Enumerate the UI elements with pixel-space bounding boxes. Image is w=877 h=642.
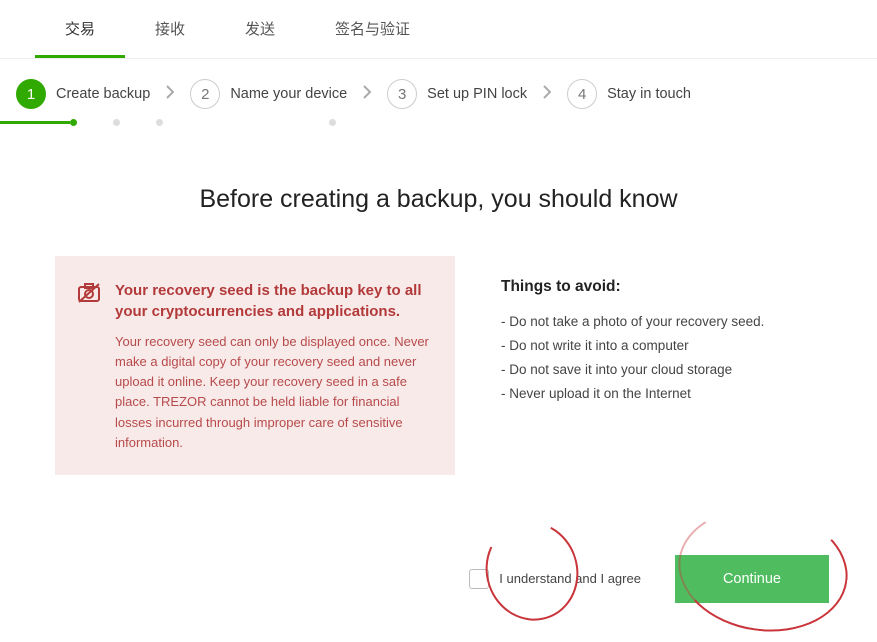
chevron-right-icon	[533, 85, 561, 104]
tab-send[interactable]: 发送	[215, 0, 305, 58]
progress-line	[0, 121, 70, 124]
step-num-3: 3	[387, 79, 417, 109]
chevron-right-icon	[353, 85, 381, 104]
agree-checkbox[interactable]	[469, 569, 489, 589]
tab-transactions[interactable]: 交易	[35, 0, 125, 58]
step-label-2: Name your device	[230, 86, 347, 102]
chevron-right-icon	[156, 85, 184, 104]
progress-dot	[156, 119, 163, 126]
things-to-avoid: Things to avoid: - Do not take a photo o…	[501, 256, 764, 475]
progress-dot	[113, 119, 120, 126]
avoid-item: - Do not write it into a computer	[501, 338, 764, 353]
avoid-item: - Do not take a photo of your recovery s…	[501, 314, 764, 329]
step-label-1: Create backup	[56, 86, 150, 102]
warning-title: Your recovery seed is the backup key to …	[115, 280, 433, 322]
avoid-title: Things to avoid:	[501, 278, 764, 296]
no-camera-icon	[77, 282, 101, 453]
step-num-1: 1	[16, 79, 46, 109]
continue-button[interactable]: Continue	[675, 555, 829, 603]
stepper: 1 Create backup 2 Name your device 3 Set…	[0, 59, 877, 119]
tab-bar: 交易 接收 发送 签名与验证	[0, 0, 877, 59]
step-stay-in-touch[interactable]: 4 Stay in touch	[567, 79, 691, 109]
step-label-4: Stay in touch	[607, 86, 691, 102]
progress-dot	[329, 119, 336, 126]
tab-sign-verify[interactable]: 签名与验证	[305, 0, 440, 58]
progress-dot	[70, 119, 77, 126]
step-label-3: Set up PIN lock	[427, 86, 527, 102]
step-create-backup[interactable]: 1 Create backup	[16, 79, 150, 109]
content-row: Your recovery seed is the backup key to …	[0, 256, 877, 475]
warning-box: Your recovery seed is the backup key to …	[55, 256, 455, 475]
agree-row[interactable]: I understand and I agree	[469, 569, 641, 589]
progress-indicator	[0, 119, 877, 127]
tab-receive[interactable]: 接收	[125, 0, 215, 58]
step-num-4: 4	[567, 79, 597, 109]
avoid-item: - Never upload it on the Internet	[501, 386, 764, 401]
step-num-2: 2	[190, 79, 220, 109]
warning-text: Your recovery seed can only be displayed…	[115, 332, 433, 453]
page-title: Before creating a backup, you should kno…	[0, 185, 877, 214]
agree-label: I understand and I agree	[499, 571, 641, 586]
step-pin-lock[interactable]: 3 Set up PIN lock	[387, 79, 527, 109]
avoid-list: - Do not take a photo of your recovery s…	[501, 314, 764, 401]
avoid-item: - Do not save it into your cloud storage	[501, 362, 764, 377]
step-name-device[interactable]: 2 Name your device	[190, 79, 347, 109]
